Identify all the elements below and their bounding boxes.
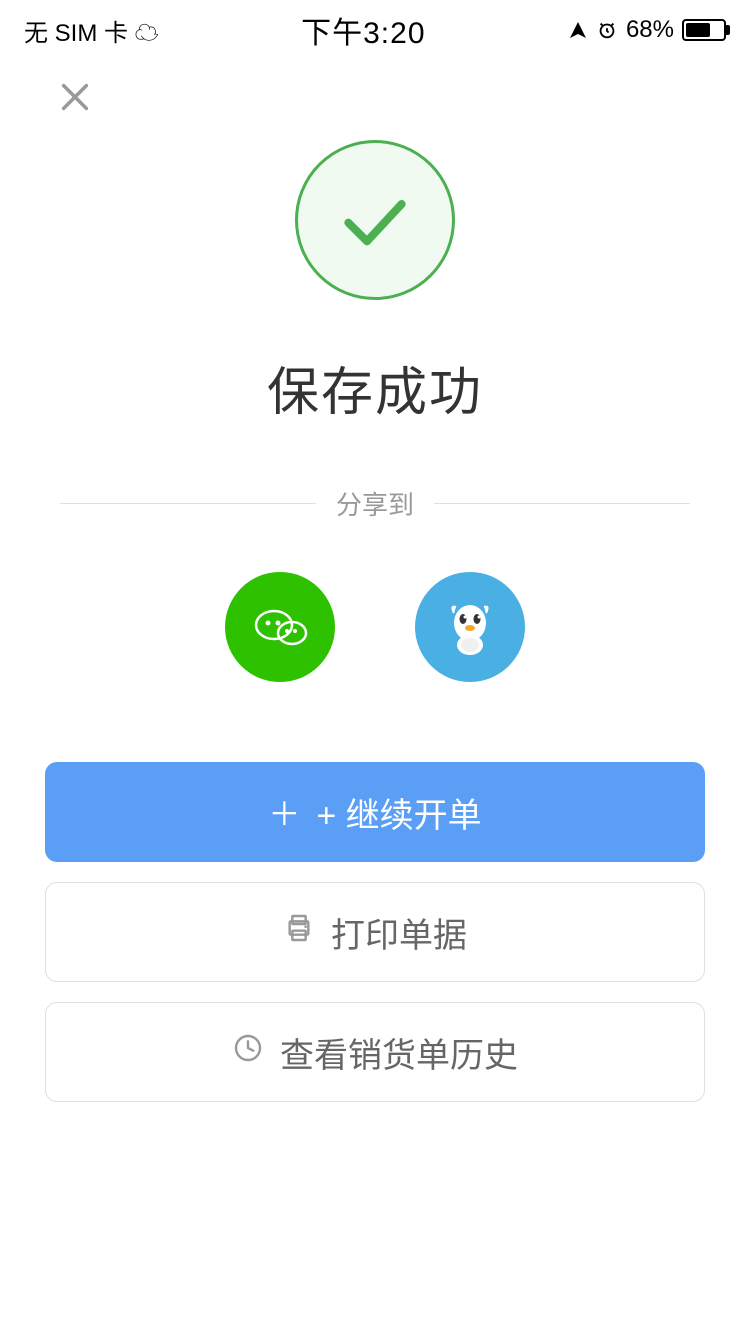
continue-icon: ＋ (268, 789, 300, 835)
status-bar: 无 SIM 卡 ☁ 下午3:20 68% (0, 0, 750, 60)
continue-button[interactable]: ＋ + 继续开单 (45, 762, 705, 862)
location-icon (568, 20, 588, 40)
alarm-icon (596, 19, 618, 41)
print-icon (283, 912, 315, 952)
wechat-share-button[interactable] (225, 572, 335, 682)
wechat-icon (248, 595, 313, 660)
qq-share-button[interactable] (415, 572, 525, 682)
close-button[interactable] (50, 72, 100, 122)
status-left: 无 SIM 卡 ☁ (24, 13, 159, 48)
share-label: 分享到 (316, 485, 434, 522)
no-sim-label: 无 SIM 卡 ☁ (24, 13, 159, 48)
qq-icon (438, 595, 503, 660)
history-label: 查看销货单历史 (280, 1028, 518, 1077)
success-circle (295, 140, 455, 300)
battery-percent: 68% (626, 16, 674, 44)
status-time: 下午3:20 (301, 8, 425, 52)
print-button[interactable]: 打印单据 (45, 882, 705, 982)
print-label: 打印单据 (331, 908, 467, 957)
history-icon (232, 1032, 264, 1072)
share-icons (225, 572, 525, 682)
action-buttons: ＋ + 继续开单 打印单据 查看销货单历 (45, 762, 705, 1102)
battery-icon (682, 19, 726, 41)
checkmark-icon (335, 180, 415, 260)
status-right: 68% (568, 16, 726, 44)
continue-label: + 继续开单 (316, 788, 481, 837)
main-content: 保存成功 分享到 (0, 60, 750, 1102)
history-button[interactable]: 查看销货单历史 (45, 1002, 705, 1102)
divider-left (60, 503, 316, 504)
divider-right (434, 503, 690, 504)
divider-section: 分享到 (0, 485, 750, 522)
success-title: 保存成功 (267, 350, 483, 425)
